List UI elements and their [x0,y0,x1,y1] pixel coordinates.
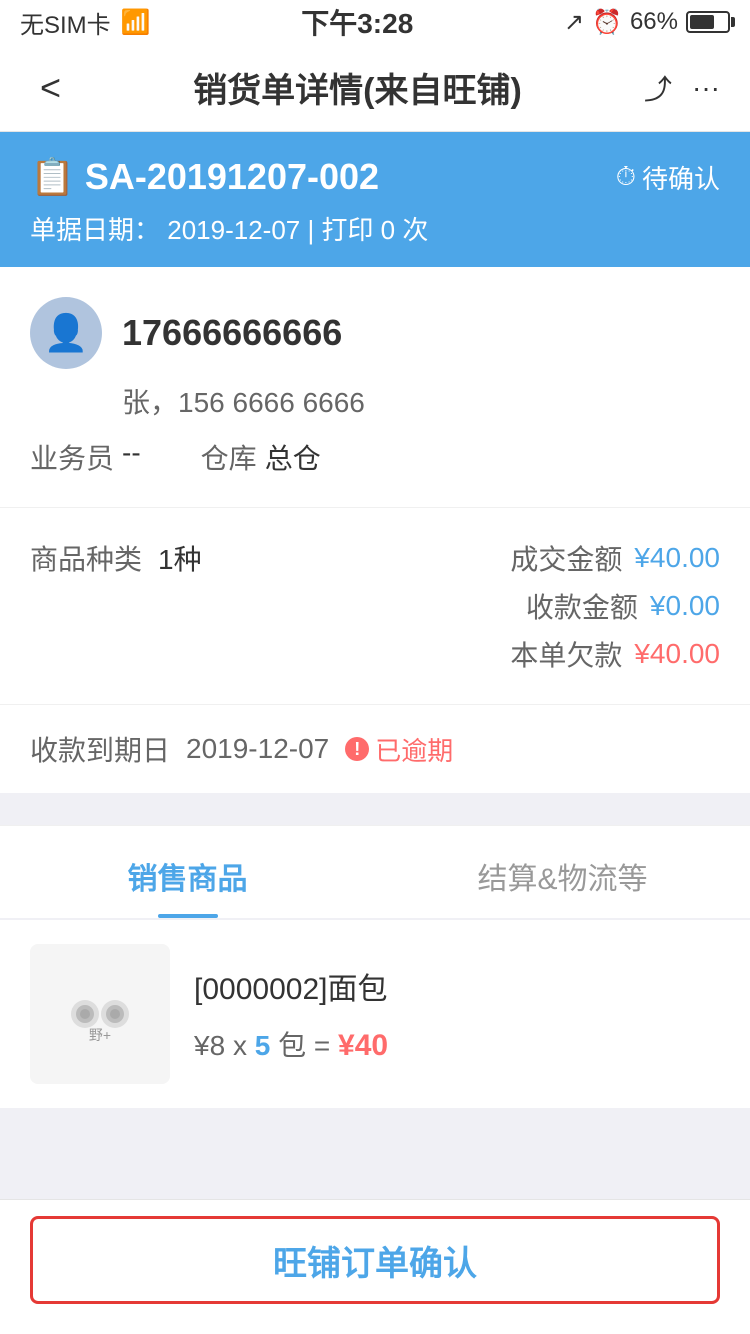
status-bar: 无SIM卡 📶 下午3:28 ↗ ⏰ 66% [0,0,750,44]
summary-left: 商品种类 1种 [30,538,510,578]
transaction-amount-value: ¥40.00 [634,542,720,574]
product-thumbnail: 野+ [30,944,170,1084]
tab-settlement[interactable]: 结算&物流等 [375,826,750,918]
alarm-icon: ⏰ [592,8,622,37]
due-date-label: 收款到期日 [30,729,170,769]
order-status: ⏱ 待确认 [616,159,720,196]
carrier-label: 无SIM卡 [20,5,111,40]
battery-icon [686,11,730,33]
customer-card: 👤 17666666666 张，156 6666 6666 业务员 -- 仓库 … [0,267,750,793]
tab-products[interactable]: 销售商品 [0,826,375,918]
status-time: 下午3:28 [301,2,413,42]
overdue-icon: ! [345,737,369,761]
due-date-section: 收款到期日 2019-12-07 ! 已逾期 [0,705,750,793]
share-button[interactable]: ⤴ [644,68,672,108]
order-id-icon: 📋 [30,156,75,198]
order-id-row: 📋 SA-20191207-002 ⏱ 待确认 [30,156,720,198]
due-date-value: 2019-12-07 [186,733,329,765]
product-section: 野+ [0000002]面包 ¥8 x 5 包 = ¥40 [0,920,750,1108]
price-total: ¥40 [338,1029,388,1062]
received-amount-row: 收款金额 ¥0.00 [526,586,720,626]
overdue-text: 已逾期 [375,731,453,768]
status-right: ↗ ⏰ 66% [564,8,730,37]
product-info: [0000002]面包 ¥8 x 5 包 = ¥40 [194,964,720,1064]
customer-section: 👤 17666666666 张，156 6666 6666 业务员 -- 仓库 … [0,267,750,507]
back-button[interactable]: < [30,57,71,119]
transaction-amount-label: 成交金额 [510,538,622,578]
unit: 包 [278,1030,306,1061]
thick-divider [0,809,750,825]
page-title: 销货单详情(来自旺铺) [193,63,522,112]
tabs-row: 销售商品 结算&物流等 [0,826,750,918]
confirm-button[interactable]: 旺铺订单确认 [30,1216,720,1304]
battery-percent: 66% [630,8,678,36]
order-id: 📋 SA-20191207-002 [30,156,379,198]
summary-section: 商品种类 1种 成交金额 ¥40.00 收款金额 ¥0.00 本单欠款 ¥40.… [0,508,750,704]
product-price: ¥8 x 5 包 = ¥40 [194,1024,720,1064]
product-type-value: 1种 [158,538,202,578]
nav-bar: < 销货单详情(来自旺铺) ⤴ ··· [0,44,750,132]
sales-label: 业务员 [30,437,114,477]
customer-name: 张，156 6666 6666 [122,381,720,421]
bottom-bar: 旺铺订单确认 [0,1199,750,1334]
tabs-section: 销售商品 结算&物流等 [0,825,750,918]
product-logo-svg: 野+ [50,984,150,1044]
product-card: 野+ [0000002]面包 ¥8 x 5 包 = ¥40 [0,920,750,1108]
customer-phone-row: 👤 17666666666 [30,297,720,369]
received-amount-label: 收款金额 [526,586,638,626]
order-date-row: 单据日期： 2019-12-07 | 打印 0 次 [30,210,720,247]
nav-actions: ⤴ ··· [644,68,720,108]
received-amount-value: ¥0.00 [650,590,720,622]
sales-value: -- [122,437,141,477]
more-button[interactable]: ··· [692,72,720,104]
warehouse-value: 总仓 [265,437,321,477]
status-left: 无SIM卡 📶 [20,5,151,40]
location-icon: ↗ [564,8,584,37]
transaction-amount-row: 成交金额 ¥40.00 [510,538,720,578]
avatar: 👤 [30,297,102,369]
overdue-badge: ! 已逾期 [345,731,453,768]
order-header: 📋 SA-20191207-002 ⏱ 待确认 单据日期： 2019-12-07… [0,132,750,267]
warehouse-meta: 仓库 总仓 [201,437,321,477]
summary-right: 成交金额 ¥40.00 收款金额 ¥0.00 本单欠款 ¥40.00 [510,538,720,674]
warehouse-label: 仓库 [201,437,257,477]
customer-phone: 17666666666 [122,312,342,354]
owed-amount-value: ¥40.00 [634,638,720,670]
product-name: [0000002]面包 [194,964,720,1008]
quantity: 5 [255,1030,271,1061]
owed-amount-row: 本单欠款 ¥40.00 [510,634,720,674]
tab-underline [158,914,218,918]
price-per-unit: ¥8 [194,1030,225,1061]
price-multiply: x [233,1030,255,1061]
price-equals: = [314,1030,338,1061]
sales-meta: 业务员 -- [30,437,141,477]
svg-text:野+: 野+ [89,1027,111,1043]
wifi-icon: 📶 [121,8,151,37]
owed-amount-label: 本单欠款 [510,634,622,674]
product-type-label: 商品种类 [30,538,142,578]
status-clock-icon: ⏱ [616,161,636,193]
customer-meta: 业务员 -- 仓库 总仓 [30,437,720,477]
